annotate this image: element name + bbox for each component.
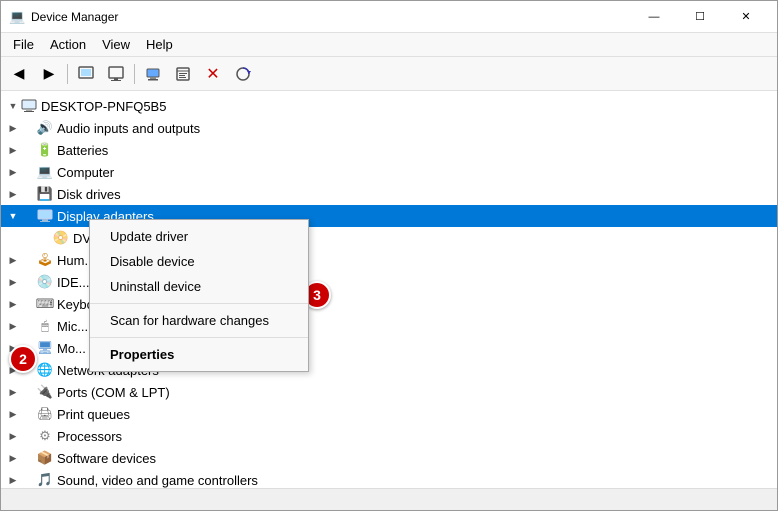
maximize-button[interactable]: ☐ (677, 1, 723, 33)
toolbar: ◀ ▶ ✕ (1, 57, 777, 91)
print-icon: 🖨 (37, 406, 53, 422)
ide-label: IDE... (57, 275, 90, 290)
ctx-update-driver[interactable]: Update driver (90, 224, 308, 249)
battery-icon: 🔋 (37, 142, 53, 158)
kbd-icon: ⌨ (37, 296, 53, 312)
status-bar (1, 488, 777, 510)
ide-expand[interactable]: ▶ (5, 274, 21, 290)
display-icon (37, 208, 53, 224)
dvd-expand[interactable] (5, 230, 21, 246)
ctx-sep-1 (90, 303, 308, 304)
menu-view[interactable]: View (94, 35, 138, 54)
menu-help[interactable]: Help (138, 35, 181, 54)
back-button[interactable]: ◀ (5, 61, 33, 87)
network-icon: 🌐 (37, 362, 53, 378)
toolbar-separator-1 (67, 64, 68, 84)
root-label: DESKTOP-PNFQ5B5 (41, 99, 166, 114)
tree-audio[interactable]: ▶ 🔊 Audio inputs and outputs (1, 117, 777, 139)
root-expand[interactable]: ▼ (5, 98, 21, 114)
remove-button[interactable]: ✕ (199, 61, 227, 87)
tree-processors[interactable]: ▶ ⚙ Processors (1, 425, 777, 447)
kbd-expand[interactable]: ▶ (5, 296, 21, 312)
batteries-expand[interactable]: ▶ (5, 142, 21, 158)
proc-expand[interactable]: ▶ (5, 428, 21, 444)
title-bar-controls: — ☐ ✕ (631, 1, 769, 33)
disk-expand[interactable]: ▶ (5, 186, 21, 202)
window-icon: 💻 (9, 9, 25, 25)
toolbar-btn-3[interactable] (72, 61, 100, 87)
tree-sound[interactable]: ▶ 🎵 Sound, video and game controllers (1, 469, 777, 488)
audio-expand[interactable]: ▶ (5, 120, 21, 136)
tree-root[interactable]: ▼ DESKTOP-PNFQ5B5 (1, 95, 777, 117)
tree-batteries[interactable]: ▶ 🔋 Batteries (1, 139, 777, 161)
device-manager-window: 💻 Device Manager — ☐ ✕ File Action View … (0, 0, 778, 511)
sound-icon: 🎵 (37, 472, 53, 488)
tree-computer[interactable]: ▶ 💻 Computer (1, 161, 777, 183)
toolbar-btn-5[interactable] (139, 61, 167, 87)
software-expand[interactable]: ▶ (5, 450, 21, 466)
mice-icon: 🖱 (37, 318, 53, 334)
sound-expand[interactable]: ▶ (5, 472, 21, 488)
title-bar-left: 💻 Device Manager (9, 9, 118, 25)
ide-icon: 💿 (37, 274, 53, 290)
computer-icon-node: 💻 (37, 164, 53, 180)
tree-disk[interactable]: ▶ 💾 Disk drives (1, 183, 777, 205)
toolbar-btn-4[interactable] (102, 61, 130, 87)
ctx-disable-device[interactable]: Disable device (90, 249, 308, 274)
mice-label: Mic... (57, 319, 88, 334)
ctx-sep-2 (90, 337, 308, 338)
hid-icon: 🕹 (37, 252, 53, 268)
forward-button[interactable]: ▶ (35, 61, 63, 87)
menu-file[interactable]: File (5, 35, 42, 54)
scan-button[interactable] (229, 61, 257, 87)
tree-ports[interactable]: ▶ 🔌 Ports (COM & LPT) (1, 381, 777, 403)
disk-label: Disk drives (57, 187, 121, 202)
ports-expand[interactable]: ▶ (5, 384, 21, 400)
sound-label: Sound, video and game controllers (57, 473, 258, 488)
close-button[interactable]: ✕ (723, 1, 769, 33)
batteries-label: Batteries (57, 143, 108, 158)
proc-icon: ⚙ (37, 428, 53, 444)
title-bar: 💻 Device Manager — ☐ ✕ (1, 1, 777, 33)
computer-icon (21, 98, 37, 114)
monitors-icon: 🖥 (37, 340, 53, 356)
display-expand[interactable]: ▼ (5, 208, 21, 224)
hid-expand[interactable]: ▶ (5, 252, 21, 268)
ctx-properties[interactable]: Properties (90, 342, 308, 367)
annotation-2: 2 (9, 345, 37, 373)
computer-label: Computer (57, 165, 114, 180)
ports-label: Ports (COM & LPT) (57, 385, 170, 400)
tree-print[interactable]: ▶ 🖨 Print queues (1, 403, 777, 425)
dvd-icon: 📀 (53, 230, 69, 246)
print-label: Print queues (57, 407, 130, 422)
ctx-uninstall-device[interactable]: Uninstall device (90, 274, 308, 299)
audio-label: Audio inputs and outputs (57, 121, 200, 136)
print-expand[interactable]: ▶ (5, 406, 21, 422)
audio-icon: 🔊 (37, 120, 53, 136)
minimize-button[interactable]: — (631, 1, 677, 33)
menu-bar: File Action View Help (1, 33, 777, 57)
menu-action[interactable]: Action (42, 35, 94, 54)
ctx-scan-hardware[interactable]: Scan for hardware changes (90, 308, 308, 333)
context-menu: Update driver Disable device Uninstall d… (89, 219, 309, 372)
content-area: ▼ DESKTOP-PNFQ5B5 ▶ 🔊 Audio inputs and o… (1, 91, 777, 488)
proc-label: Processors (57, 429, 122, 444)
software-icon: 📦 (37, 450, 53, 466)
disk-icon: 💾 (37, 186, 53, 202)
software-label: Software devices (57, 451, 156, 466)
computer-expand[interactable]: ▶ (5, 164, 21, 180)
toolbar-separator-2 (134, 64, 135, 84)
window-title: Device Manager (31, 10, 118, 24)
mice-expand[interactable]: ▶ (5, 318, 21, 334)
toolbar-btn-6[interactable] (169, 61, 197, 87)
ports-icon: 🔌 (37, 384, 53, 400)
tree-software[interactable]: ▶ 📦 Software devices (1, 447, 777, 469)
monitors-label: Mo... (57, 341, 86, 356)
